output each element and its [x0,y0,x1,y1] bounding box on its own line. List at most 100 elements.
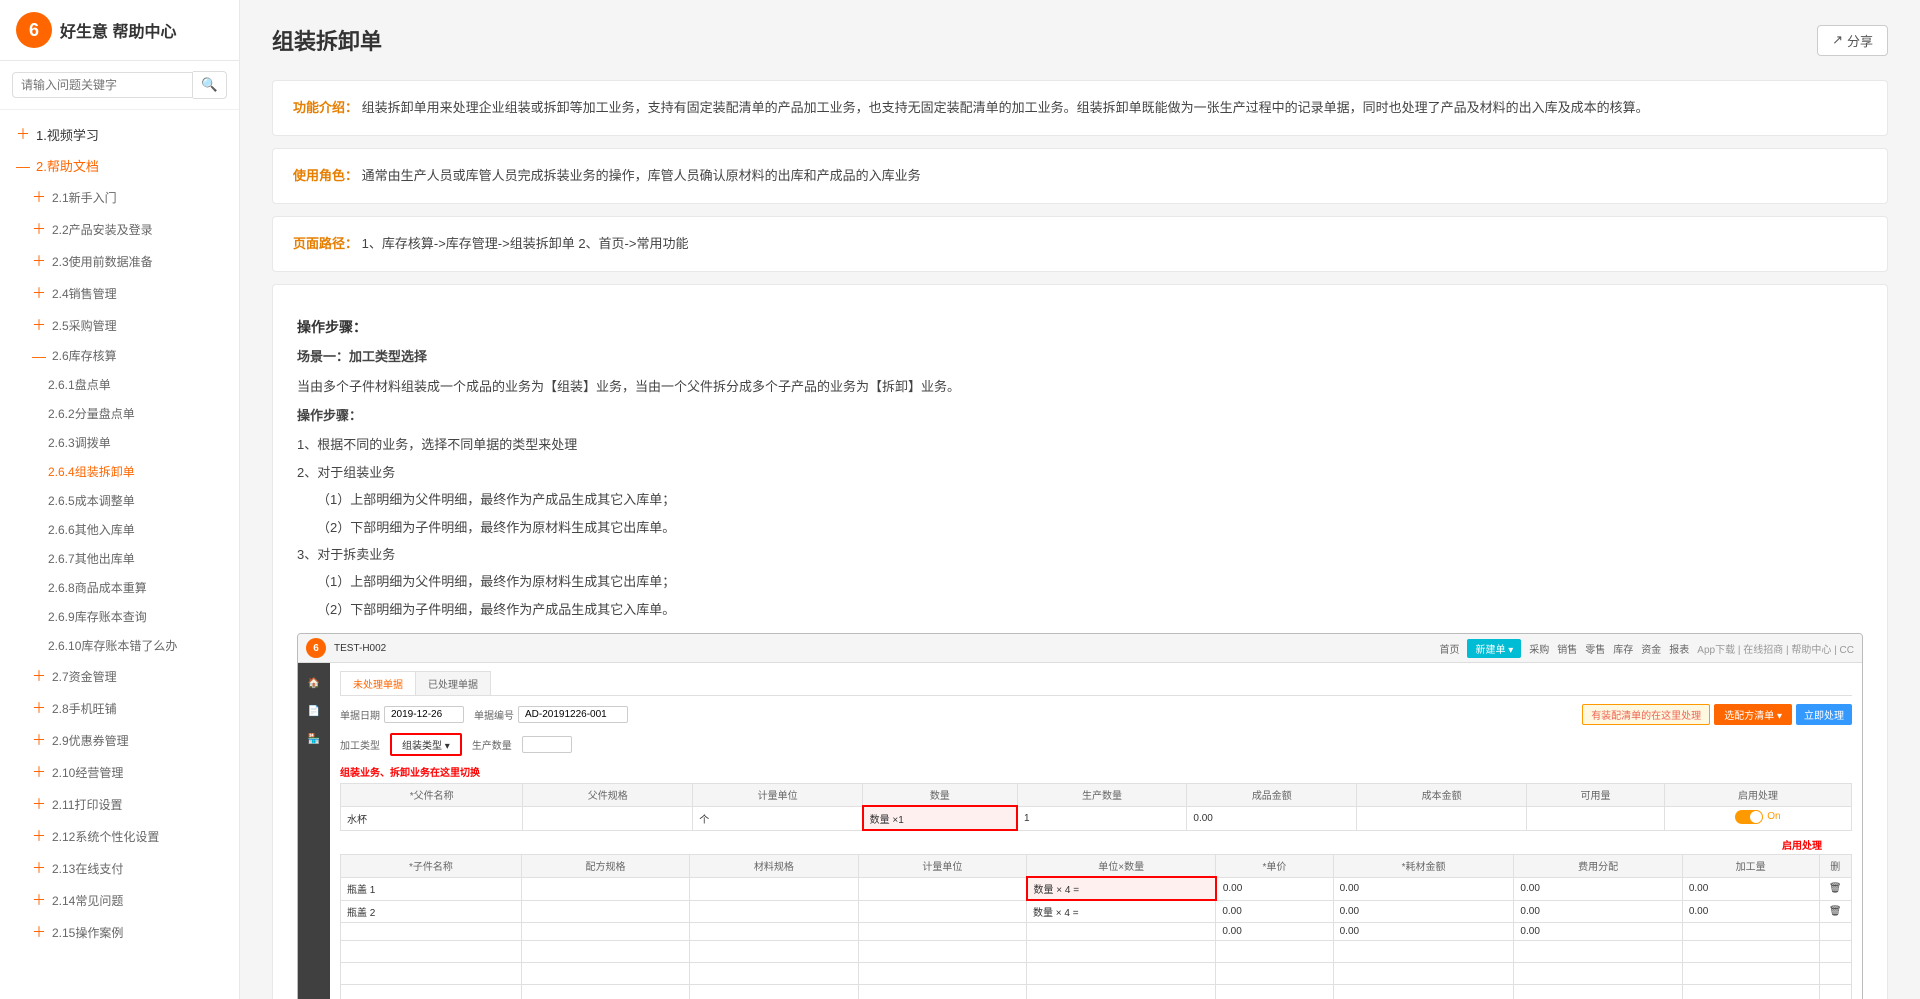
ss-notice-group: 有装配清单的在这里处理 选配方清单 ▾ 立即处理 [1582,704,1852,725]
ss-lower-th-0: *子件名称 [341,855,522,878]
ss-topbar: 6 TEST-H002 首页 新建单 ▾ 采购 销售 零售 库存 资金 报表 A… [298,634,1862,663]
search-button[interactable]: 🔍 [193,71,227,99]
ss-lower-row-5 [341,985,1852,999]
sidebar-item-adjust[interactable]: 2.6.3调拨单 [0,428,239,457]
sidebar-item-otherin[interactable]: 2.6.6其他入库单 [0,515,239,544]
ss-lower-td-5-3 [858,985,1026,999]
sidebar-item-splitcount[interactable]: 2.6.2分量盘点单 [0,399,239,428]
sidebar-item-otherout[interactable]: 2.6.7其他出库单 [0,544,239,573]
ss-annotation-enable: 启用处理 [1782,837,1822,852]
ss-icon-file[interactable]: 📄 [298,697,330,725]
ss-lower-td-3-0 [341,941,522,963]
ss-upper-th-6: 成本金额 [1357,784,1527,807]
sidebar-item-video[interactable]: ＋ 1.视频学习 [0,118,239,150]
ss-lower-row-0: 瓶盖 1 数量 × 4 = 0.00 0.00 0.00 0.00 � [341,877,1852,900]
sidebar-item-docs[interactable]: — 2.帮助文档 [0,150,239,181]
ss-date-label: 单据日期 [340,707,380,722]
ss-lower-table-container: *子件名称 配方规格 材料规格 计量单位 单位×数量 *单价 *耗材金额 费用分… [340,854,1852,999]
breadcrumb-card: 页面路径： 1、库存核算->库存管理->组装拆卸单 2、首页->常用功能 [272,216,1888,272]
ss-lower-td-2-6: 0.00 [1333,923,1514,941]
ss-lower-td-1-del[interactable]: 🗑 [1819,900,1851,923]
ss-toggle-on[interactable] [1735,810,1763,824]
sidebar-item-personalize[interactable]: ＋ 2.12系统个性化设置 [0,820,239,852]
ss-lower-td-2-3 [858,923,1026,941]
sidebar-item-onlinepay[interactable]: ＋ 2.13在线支付 [0,852,239,884]
ss-upper-table: *父件名称 父件规格 计量单位 数量 生产数量 成品金额 成本金额 可用量 启用… [340,783,1852,831]
ss-nav-purchase[interactable]: 采购 [1529,641,1549,656]
share-icon: ↗ [1832,32,1843,48]
share-button[interactable]: ↗ 分享 [1817,25,1888,56]
ss-new-btn[interactable]: 新建单 ▾ [1467,639,1521,658]
scene1-desc: 当由多个子件材料组装成一个成品的业务为【组装】业务，当由一个父件拆分成多个子产品… [297,375,1863,398]
sidebar-item-print[interactable]: ＋ 2.11打印设置 [0,788,239,820]
plus-icon-15: ＋ [32,922,46,942]
ss-tab-processed[interactable]: 已处理单据 [416,671,491,695]
ss-nav-inventory[interactable]: 库存 [1613,641,1633,656]
sidebar-item-newuser[interactable]: ＋ 2.1新手入门 [0,181,239,213]
ss-lower-table: *子件名称 配方规格 材料规格 计量单位 单位×数量 *单价 *耗材金额 费用分… [340,854,1852,999]
ss-icon-shop[interactable]: 🏪 [298,725,330,753]
ss-lower-td-4-8 [1682,963,1819,985]
ss-company: TEST-H002 [334,643,386,654]
plus-icon-4: ＋ [32,251,46,271]
sidebar: 6 好生意 帮助中心 🔍 ＋ 1.视频学习 — 2.帮助文档 ＋ 2.1新手入门… [0,0,240,999]
ss-upper-td-qty[interactable]: 数量 ×1 [863,806,1017,830]
sidebar-item-stockcount[interactable]: 2.6.1盘点单 [0,370,239,399]
ss-date-input[interactable] [384,706,464,723]
sidebar-item-mobile[interactable]: ＋ 2.8手机旺铺 [0,692,239,724]
ss-nav-home[interactable]: 首页 [1439,641,1459,656]
ss-lower-td-3-3 [858,941,1026,963]
sidebar-item-purchase[interactable]: ＋ 2.5采购管理 [0,309,239,341]
sidebar-item-inventory[interactable]: — 2.6库存核算 [0,341,239,370]
ss-type-select[interactable]: 组装类型 ▾ [390,733,462,756]
ss-lower-th-3: 计量单位 [858,855,1026,878]
ss-enable-box: On [1735,810,1780,824]
ss-main-layout: 🏠 📄 🏪 未处理单据 已处理单据 单据日期 [298,663,1862,999]
sidebar-item-prepare[interactable]: ＋ 2.3使用前数据准备 [0,245,239,277]
ss-qty-input[interactable] [522,736,572,753]
ss-lower-td-0-del[interactable]: 🗑 [1819,877,1851,900]
ss-nav-sales[interactable]: 销售 [1557,641,1577,656]
ss-lower-td-4-6 [1333,963,1514,985]
ss-lower-th-6: *耗材金额 [1333,855,1514,878]
ss-lower-td-0-1 [521,877,689,900]
ss-icon-home[interactable]: 🏠 [298,669,330,697]
step2: 2、对于组装业务 [297,461,1863,484]
ss-lower-td-4-1 [521,963,689,985]
ss-date-group: 单据日期 [340,706,464,723]
ss-lower-td-0-8: 0.00 [1682,877,1819,900]
ss-lower-td-4-7 [1514,963,1682,985]
ss-lower-td-0-3 [858,877,1026,900]
ss-nav-report[interactable]: 报表 [1669,641,1689,656]
sidebar-item-ops[interactable]: ＋ 2.10经营管理 [0,756,239,788]
ss-lower-td-4-5 [1216,963,1333,985]
sidebar-item-assembly[interactable]: 2.6.4组装拆卸单 [0,457,239,486]
search-input[interactable] [12,72,193,98]
ss-lower-td-3-2 [690,941,858,963]
sidebar-item-coupon[interactable]: ＋ 2.9优惠券管理 [0,724,239,756]
sidebar-item-costadj[interactable]: 2.6.5成本调整单 [0,486,239,515]
sidebar-item-costcalc[interactable]: 2.6.8商品成本重算 [0,573,239,602]
ss-nav-capital[interactable]: 资金 [1641,641,1661,656]
ss-tab-new[interactable]: 未处理单据 [340,671,416,695]
sidebar-item-stockquery[interactable]: 2.6.9库存账本查询 [0,602,239,631]
sidebar-item-faq[interactable]: ＋ 2.14常见问题 [0,884,239,916]
ss-lower-td-1-8: 0.00 [1682,900,1819,923]
sidebar-item-capital[interactable]: ＋ 2.7资金管理 [0,660,239,692]
ss-lower-td-4-3 [858,963,1026,985]
ss-select-btn[interactable]: 选配方清单 ▾ [1714,704,1792,725]
ss-no-input[interactable] [518,706,628,723]
ss-lower-td-4-0 [341,963,522,985]
sidebar-item-install[interactable]: ＋ 2.2产品安装及登录 [0,213,239,245]
ss-upper-td-unit: 个 [693,806,863,830]
sidebar-item-sales[interactable]: ＋ 2.4销售管理 [0,277,239,309]
sidebar-item-cases[interactable]: ＋ 2.15操作案例 [0,916,239,948]
ss-nav-retail[interactable]: 零售 [1585,641,1605,656]
plus-icon-9: ＋ [32,730,46,750]
step2-sub-list: （1）上部明细为父件明细，最终作为产成品生成其它入库单； （2）下部明细为子件明… [297,488,1863,539]
app-title: 好生意 帮助中心 [60,18,176,42]
sidebar-item-stockerr[interactable]: 2.6.10库存账本错了么办 [0,631,239,660]
ss-confirm-btn[interactable]: 立即处理 [1796,704,1852,725]
ss-lower-td-0-4[interactable]: 数量 × 4 = [1027,877,1216,900]
step-list: 1、根据不同的业务，选择不同单据的类型来处理 2、对于组装业务 （1）上部明细为… [297,433,1863,621]
